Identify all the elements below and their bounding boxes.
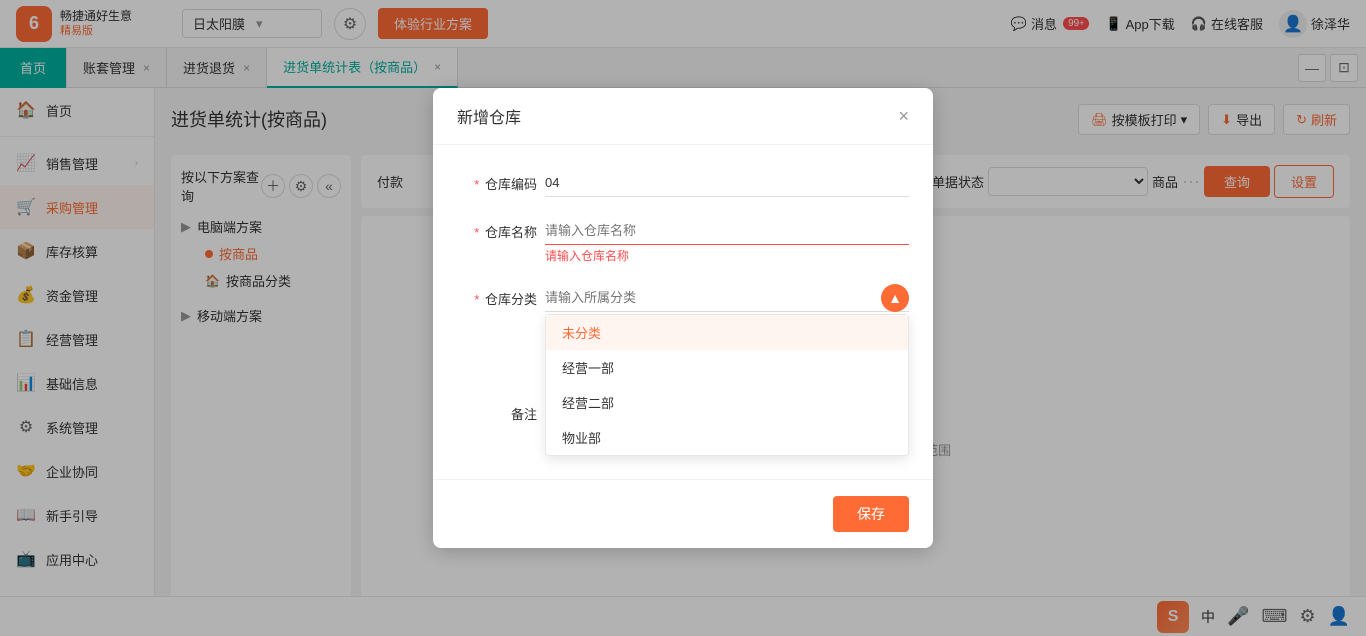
warehouse-name-label: * 仓库名称 bbox=[457, 222, 537, 241]
new-warehouse-modal: 新增仓库 × * 仓库编码 * 仓库名称 bbox=[433, 88, 933, 548]
warehouse-name-field: * 仓库名称 请输入仓库名称 bbox=[457, 217, 909, 264]
warehouse-name-input[interactable] bbox=[545, 217, 909, 245]
required-star-code: * bbox=[474, 177, 479, 192]
modal-close-btn[interactable]: × bbox=[898, 107, 909, 125]
dropdown-item-3[interactable]: 物业部 bbox=[546, 420, 908, 455]
dropdown-item-0[interactable]: 未分类 bbox=[546, 315, 908, 350]
warehouse-code-input[interactable] bbox=[545, 169, 909, 197]
modal-title: 新增仓库 bbox=[457, 104, 521, 128]
warehouse-category-input[interactable] bbox=[545, 284, 909, 312]
notes-label: 备注 bbox=[457, 404, 537, 423]
warehouse-name-row: * 仓库名称 bbox=[457, 217, 909, 245]
modal-header: 新增仓库 × bbox=[433, 88, 933, 145]
dropdown-item-2[interactable]: 经营二部 bbox=[546, 385, 908, 420]
warehouse-category-field: * 仓库分类 ▲ 未分类 经营一部 经营二部 物业部 bbox=[457, 284, 909, 312]
warehouse-code-row: * 仓库编码 bbox=[457, 169, 909, 197]
modal-body: * 仓库编码 * 仓库名称 请输入仓库名称 bbox=[433, 145, 933, 479]
category-dropdown: 未分类 经营一部 经营二部 物业部 bbox=[545, 314, 909, 456]
warehouse-category-row: * 仓库分类 ▲ bbox=[457, 284, 909, 312]
dropdown-item-1[interactable]: 经营一部 bbox=[546, 350, 908, 385]
warehouse-category-input-wrap: ▲ bbox=[545, 284, 909, 312]
warehouse-category-label: * 仓库分类 bbox=[457, 289, 537, 308]
save-button[interactable]: 保存 bbox=[833, 496, 909, 532]
required-star-category: * bbox=[474, 292, 479, 307]
modal-overlay: 新增仓库 × * 仓库编码 * 仓库名称 bbox=[0, 0, 1366, 636]
warehouse-code-field: * 仓库编码 bbox=[457, 169, 909, 197]
category-toggle-btn[interactable]: ▲ bbox=[881, 284, 909, 312]
warehouse-name-error: 请输入仓库名称 bbox=[545, 247, 909, 264]
modal-footer: 保存 bbox=[433, 479, 933, 548]
required-star-name: * bbox=[474, 225, 479, 240]
warehouse-code-label: * 仓库编码 bbox=[457, 174, 537, 193]
